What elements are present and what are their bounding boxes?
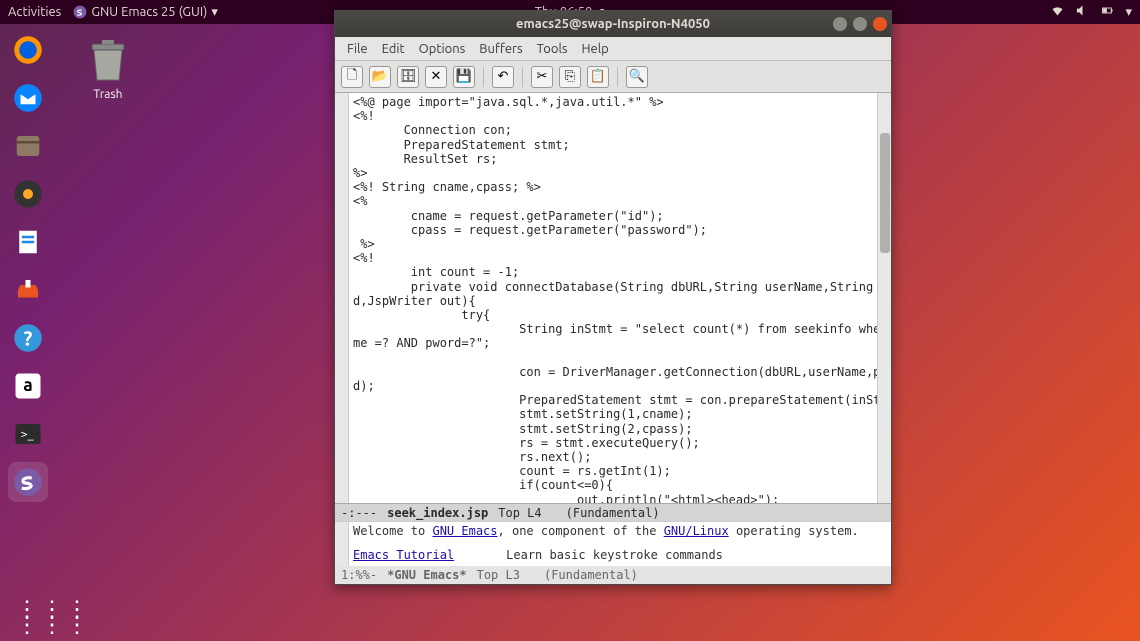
dock-firefox[interactable]	[8, 30, 48, 70]
minimize-button[interactable]	[833, 17, 847, 31]
menu-help[interactable]: Help	[576, 40, 615, 58]
close-buffer-icon[interactable]: ✕	[425, 66, 447, 88]
scrollbar[interactable]	[877, 93, 891, 503]
volume-icon[interactable]	[1075, 3, 1090, 21]
tutorial-link[interactable]: Emacs Tutorial	[353, 548, 454, 562]
mode-line-welcome[interactable]: 1:%%- *GNU Emacs* Top L3 (Fundamental)	[335, 566, 891, 584]
svg-text:?: ?	[24, 327, 33, 350]
menu-file[interactable]: File	[341, 40, 374, 58]
window-title: emacs25@swap-Inspiron-N4050	[516, 17, 710, 31]
dock-help[interactable]: ?	[8, 318, 48, 358]
dock-libreoffice[interactable]	[8, 222, 48, 262]
app-menu[interactable]: GNU Emacs 25 (GUI) ▾	[73, 5, 218, 20]
paste-icon[interactable]: 📋	[587, 66, 609, 88]
code-editor[interactable]: <%@ page import="java.sql.*,java.util.*"…	[349, 93, 877, 503]
svg-text:a: a	[23, 376, 33, 395]
dock-amazon[interactable]: a	[8, 366, 48, 406]
undo-icon[interactable]: ↶	[492, 66, 514, 88]
cut-icon[interactable]: ✂	[531, 66, 553, 88]
maximize-button[interactable]	[853, 17, 867, 31]
gnu-linux-link[interactable]: GNU/Linux	[664, 524, 729, 538]
open-icon[interactable]: 📂	[369, 66, 391, 88]
activities-button[interactable]: Activities	[8, 5, 61, 19]
svg-text:>_: >_	[21, 427, 35, 441]
chevron-down-icon[interactable]: ▾	[1125, 5, 1132, 20]
menu-tools[interactable]: Tools	[531, 40, 574, 58]
menu-buffers[interactable]: Buffers	[473, 40, 528, 58]
titlebar[interactable]: emacs25@swap-Inspiron-N4050	[335, 11, 891, 37]
toolbar: 🗋 📂 🗄 ✕ 💾 ↶ ✂ ⎘ 📋 🔍	[335, 61, 891, 93]
dock-thunderbird[interactable]	[8, 78, 48, 118]
menu-bar: File Edit Options Buffers Tools Help	[335, 37, 891, 61]
dock-software[interactable]	[8, 270, 48, 310]
dock-terminal[interactable]: >_	[8, 414, 48, 454]
dock: ? a >_	[0, 24, 56, 641]
new-file-icon[interactable]: 🗋	[341, 66, 363, 88]
menu-edit[interactable]: Edit	[376, 40, 411, 58]
wifi-icon[interactable]	[1050, 3, 1065, 21]
welcome-buffer[interactable]: Welcome to GNU Emacs, one component of t…	[335, 521, 891, 566]
menu-options[interactable]: Options	[413, 40, 472, 58]
trash-desktop-icon[interactable]: Trash	[86, 36, 130, 101]
gnu-emacs-link[interactable]: GNU Emacs	[432, 524, 497, 538]
emacs-window: emacs25@swap-Inspiron-N4050 File Edit Op…	[334, 10, 892, 585]
dired-icon[interactable]: 🗄	[397, 66, 419, 88]
dock-rhythmbox[interactable]	[8, 174, 48, 214]
chevron-down-icon: ▾	[211, 5, 218, 20]
left-fringe	[335, 93, 349, 503]
dock-emacs[interactable]	[8, 462, 48, 502]
close-button[interactable]	[873, 17, 887, 31]
emacs-icon	[73, 5, 87, 19]
save-icon[interactable]: 💾	[453, 66, 475, 88]
battery-icon[interactable]	[1100, 3, 1115, 21]
show-applications[interactable]: ⋮⋮⋮⋮⋮⋮⋮⋮⋮	[16, 605, 91, 629]
search-icon[interactable]: 🔍	[626, 66, 648, 88]
copy-icon[interactable]: ⎘	[559, 66, 581, 88]
scroll-thumb[interactable]	[880, 133, 890, 253]
mode-line-main[interactable]: -:--- seek_index.jsp Top L4 (Fundamental…	[335, 503, 891, 521]
dock-files[interactable]	[8, 126, 48, 166]
